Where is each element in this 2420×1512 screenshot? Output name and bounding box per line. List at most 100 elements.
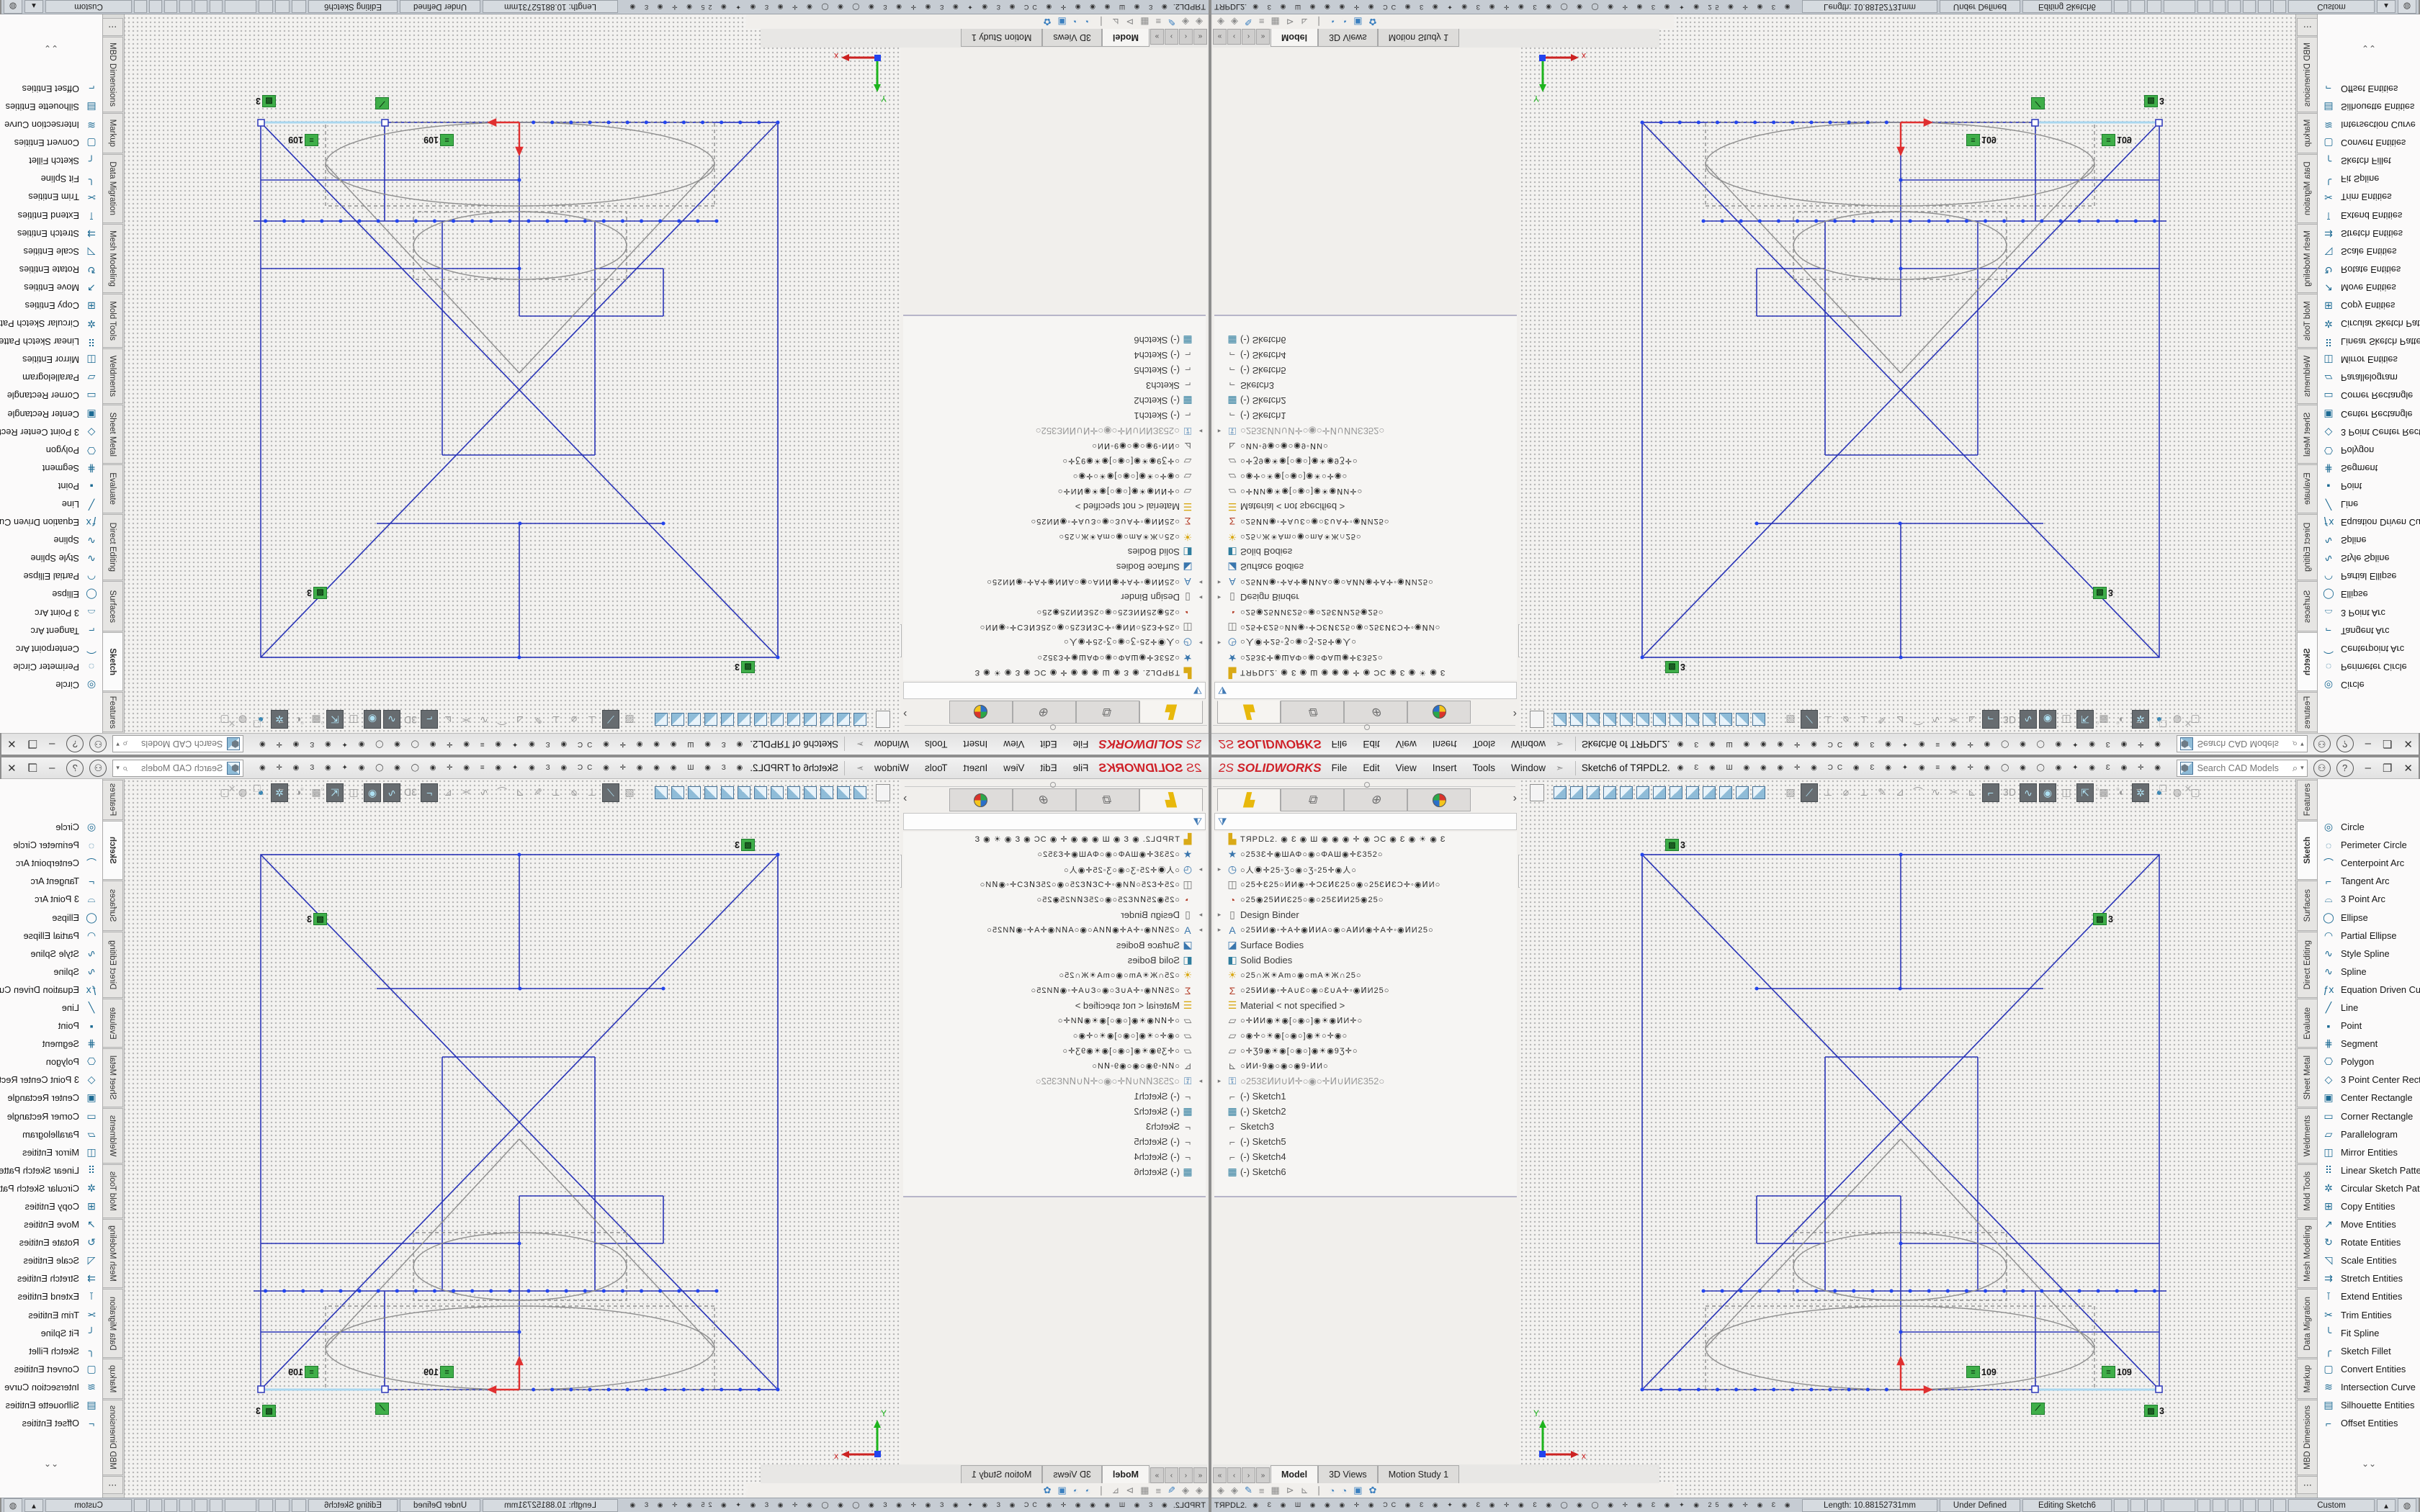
command-manager-tab[interactable]: MBD Dimensions — [2297, 1400, 2318, 1475]
document-tab[interactable]: 3D Views — [1318, 29, 1378, 47]
tree-row[interactable]: ◪ Surface Bodies — [903, 937, 1206, 953]
tab-nav-button[interactable]: « — [1193, 1467, 1207, 1483]
sketch-tool-item[interactable]: ╰ Fit Spline — [0, 170, 102, 188]
pin-icon[interactable]: ➣ — [856, 739, 864, 750]
status-cell[interactable] — [2273, 1, 2286, 14]
sketch-tool-item[interactable]: ⊺ Extend Entities — [2318, 206, 2420, 224]
minimize-button[interactable]: – — [49, 738, 55, 750]
tree-row[interactable]: ⌐ Sketch3 — [1214, 1119, 1517, 1134]
motion-tool-icon[interactable]: ⊳ — [1286, 1485, 1294, 1496]
motion-tool-icon[interactable]: ◈ — [1182, 1485, 1189, 1496]
document-tab[interactable]: 3D Views — [1042, 29, 1102, 47]
sketch-tool-item[interactable]: ▢ Convert Entities — [0, 1360, 102, 1378]
panel-tab[interactable]: ⊕ — [1013, 701, 1076, 724]
tab-nav-button[interactable]: ‹ — [1227, 1467, 1241, 1483]
panel-tab[interactable] — [949, 701, 1013, 724]
sketch-tool-item[interactable]: ⋕ Segment — [0, 1035, 102, 1053]
tree-row[interactable]: ▦ (-) Sketch2 — [903, 1104, 1206, 1119]
sketch-tool-item[interactable]: ↗ Move Entities — [0, 279, 102, 297]
sketch-tool-item[interactable]: ⎔ Polygon — [0, 441, 102, 459]
sketch-tool-item[interactable]: ⌐ Tangent Arc — [2318, 872, 2420, 890]
command-manager-tab[interactable]: Features — [2297, 780, 2318, 820]
relation-badge[interactable]: ⟋ — [2031, 1403, 2046, 1415]
tree-row[interactable]: ⌐ (-) Sketch5 — [1214, 363, 1517, 378]
sketch-tool-item[interactable]: ⋕ Segment — [2318, 459, 2420, 477]
status-cell[interactable] — [164, 1499, 177, 1512]
tree-row[interactable]: ▸ ▯ Design Binder — [903, 590, 1206, 605]
sketch-tool-item[interactable]: ◹ Scale Entities — [0, 243, 102, 261]
sketch-tool-item[interactable]: ⊺ Extend Entities — [0, 206, 102, 224]
status-cell[interactable]: Length: 10.88152731mm — [1802, 1499, 1937, 1512]
sketch-tool-item[interactable]: ✂ Trim Entities — [2318, 1306, 2420, 1324]
sketch-tool-item[interactable]: ▪ Point — [2318, 1017, 2420, 1035]
quick-access-icons[interactable]: ◉ Ɛ ◉ Ш ◉ ◉ ◉ ✛ ◉ ƆϹ ◉ Ɛ ◉ ✦ ◉ ≡ ◉ ✛ ◉ ◯… — [1677, 740, 2169, 748]
panel-tab[interactable]: ⧉ — [1281, 788, 1344, 811]
tree-row[interactable]: ★ ○253Ɛ✛◉ШΑΦ○◉○ΦΑШ◉✛Ɛ352○ — [1214, 847, 1517, 862]
tree-row[interactable]: ▱ ○◉✛○☀◉[○◉○]◉☀○✛◉○ — [1214, 1028, 1517, 1043]
panel-tabs-overflow-icon[interactable]: › — [903, 707, 907, 720]
command-manager-tab[interactable]: Evaluate — [2297, 999, 2318, 1048]
command-manager-tab[interactable]: Sketch — [2297, 821, 2318, 880]
motion-tool-icon[interactable]: ❘ — [1315, 16, 1323, 27]
relation-badge[interactable]: ▨ 3 — [307, 587, 327, 599]
sketch-tool-item[interactable]: ◫ Mirror Entities — [2318, 351, 2420, 369]
relation-badge[interactable]: ▨ 3 — [2144, 95, 2164, 107]
panel-tab[interactable]: ▙ — [1139, 788, 1203, 811]
relation-badge[interactable]: ▨ 3 — [2093, 913, 2113, 925]
sketch-tool-item[interactable]: ▤ Silhouette Entities — [0, 1396, 102, 1414]
motion-tool-icon[interactable]: ◔ — [1330, 1485, 1335, 1496]
sketch-tool-item[interactable]: ✲ Circular Sketch Pattern — [2318, 1179, 2420, 1197]
tree-row[interactable]: ★ ○253Ɛ✛◉ШΑΦ○◉○ΦΑШ◉✛Ɛ352○ — [903, 650, 1206, 665]
command-manager-tab[interactable]: MBD Dimensions — [2297, 37, 2318, 112]
panel-tab[interactable]: ⧉ — [1076, 788, 1139, 811]
motion-tool-icon[interactable]: ◔ — [1341, 1485, 1347, 1496]
document-tab[interactable]: Motion Study 1 — [961, 29, 1042, 47]
motion-tool-icon[interactable]: ⊳ — [1126, 16, 1134, 27]
tree-row[interactable]: ▸ A ○25ͶИ◉◦✛Α✛◉ͶИΑ○◉○ΑͶИ◉✛Α✛◦◉ͶИ25○ — [903, 922, 1206, 937]
tree-row[interactable]: ▙ TЯPDL2. ◉ Ɛ ◉ Ш ◉ ◉ ◉ ✛ ◉ ƆϹ ◉ Ɛ ◉ ☀ ◉… — [903, 832, 1206, 847]
sketch-tool-item[interactable]: ╭ Sketch Fillet — [2318, 152, 2420, 170]
user-account-button[interactable]: ⚇ — [2313, 760, 2331, 777]
expander-icon[interactable]: ▸ — [1214, 427, 1224, 435]
menu-item[interactable]: File — [1073, 762, 1089, 773]
motion-tool-icon[interactable]: ≡ — [1259, 17, 1265, 27]
command-manager-tab[interactable]: Data Migration — [2297, 154, 2318, 223]
status-cell[interactable] — [210, 1499, 223, 1512]
menu-item[interactable]: File — [1332, 762, 1348, 773]
sketch-tool-item[interactable]: ✂ Trim Entities — [0, 1306, 102, 1324]
motion-tool-icon[interactable]: ▦ — [1140, 1485, 1149, 1496]
sketch-tool-item[interactable]: ∿ Spline — [2318, 963, 2420, 981]
menu-item[interactable]: Edit — [1040, 762, 1057, 773]
tree-row[interactable]: ▸ A ○25ͶИ◉◦✛Α✛◉ͶИΑ○◉○ΑͶИ◉✛Α✛◦◉ͶИ25○ — [1214, 922, 1517, 937]
close-button[interactable]: ✕ — [7, 762, 17, 775]
search-box[interactable]: ⬢ ⌕ ▾ — [112, 760, 243, 777]
sketch-tool-item[interactable]: ╱ Line — [0, 495, 102, 513]
tab-nav-button[interactable]: ‹ — [1179, 29, 1193, 45]
menu-item[interactable]: View — [1003, 739, 1024, 750]
menu-item[interactable]: File — [1073, 739, 1089, 750]
motion-tool-icon[interactable]: ✿ — [1369, 16, 1377, 27]
expander-icon[interactable]: ▸ — [1214, 865, 1224, 873]
motion-tool-icon[interactable]: ◔ — [1341, 17, 1347, 27]
relation-badge[interactable]: ≡ 109 — [288, 1366, 318, 1378]
status-cell[interactable] — [259, 1499, 273, 1512]
tree-filter-input[interactable]: ⧩ — [1214, 813, 1517, 830]
relation-badge[interactable]: ▨ 3 — [307, 913, 327, 925]
tree-row[interactable]: ▱ ○✛Ʒ9◉☀◉[○◉○]◉☀◉9Ʒ✛○ — [903, 454, 1206, 469]
tree-row[interactable]: ◫ ○25✛Ɛ25○ͶИ◉◦✛ƆƐͶƐ25○◉○25ƐͶƐƆ✛◦◉ͶИ○ — [903, 620, 1206, 635]
pin-icon[interactable]: ➣ — [1556, 739, 1564, 750]
sketch-tool-item[interactable]: ⌐ Offset Entities — [2318, 1414, 2420, 1432]
motion-tool-icon[interactable]: ⊾ — [1301, 1485, 1309, 1496]
tab-nav-button[interactable]: » — [1256, 1467, 1270, 1483]
tree-filter-input[interactable]: ⧩ — [903, 682, 1206, 699]
sketch-tool-item[interactable]: ⎔ Polygon — [2318, 1053, 2420, 1071]
motion-tool-icon[interactable]: ✎ — [1245, 1485, 1252, 1496]
panel-collapse-bar[interactable] — [1213, 780, 1515, 787]
status-cell[interactable] — [2228, 1, 2241, 14]
document-tab[interactable]: Model — [1102, 29, 1150, 47]
sketch-tool-item[interactable]: ⌒ Centerpoint Arc — [0, 854, 102, 872]
relation-badge[interactable]: ▨ 3 — [2093, 587, 2113, 599]
relation-badge[interactable]: ≡ 109 — [424, 134, 454, 146]
command-manager-tab[interactable]: Surfaces — [2297, 581, 2318, 631]
tree-filter-input[interactable]: ⧩ — [903, 813, 1206, 830]
